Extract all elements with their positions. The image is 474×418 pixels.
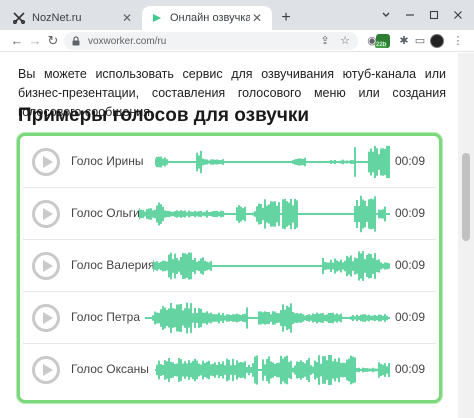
voice-row: Голос Петра 00:09 [23,292,436,344]
menu-dots-icon[interactable]: ⋮ [450,33,466,49]
voxworker-icon [150,11,164,25]
extension-badge-count: 22b [375,42,388,48]
voice-row: Голос Ольги 00:09 [23,188,436,240]
puzzle-icon[interactable]: ✱ [396,33,412,49]
scrollbar-thumb[interactable] [462,153,470,241]
new-tab-button[interactable]: + [278,10,294,26]
play-button-icon[interactable] [32,356,60,384]
voice-name: Голос Петра [71,310,140,324]
tab-search-icon[interactable] [374,6,398,24]
tab-strip: NozNet.ru ✕ Онлайн озвучка текста, синте… [0,0,474,30]
voice-name: Голос Валерия [71,258,155,272]
reload-icon[interactable]: ↻ [44,32,62,50]
sidebar-icon[interactable]: ▭ [412,33,428,49]
tab-voxworker[interactable]: Онлайн озвучка текста, синтезатор ✕ [142,6,272,30]
extension-badge-icon[interactable]: 22b [375,34,390,48]
play-button-icon[interactable] [32,304,60,332]
minimize-icon[interactable] [398,6,422,24]
voice-row: Голос Ирины 00:09 [23,136,436,188]
tab-title: NozNet.ru [32,12,82,24]
waveform[interactable] [139,192,391,236]
waveform[interactable] [155,348,391,392]
voice-duration: 00:09 [395,206,426,220]
voice-duration: 00:09 [395,310,426,324]
close-tab-icon[interactable]: ✕ [120,11,134,25]
page-scrollbar[interactable] [458,53,474,418]
play-button-icon[interactable] [32,200,60,228]
voice-name: Голос Оксаны [71,362,149,376]
voice-row: Голос Оксаны 00:09 [23,344,436,396]
waveform[interactable] [145,296,391,340]
voice-row: Голос Валерия 00:09 [23,240,436,292]
voice-name: Голос Ирины [71,154,144,168]
maximize-icon[interactable] [422,6,446,24]
scissors-icon [12,11,26,25]
voice-duration: 00:09 [395,258,426,272]
play-button-icon[interactable] [32,252,60,280]
forward-icon[interactable]: → [26,32,44,50]
tab-noznet[interactable]: NozNet.ru ✕ [4,6,142,30]
section-heading: Примеры голосов для озвучки [18,105,310,126]
back-icon[interactable]: ← [8,32,26,50]
close-window-icon[interactable] [446,6,470,24]
waveform[interactable] [155,140,391,184]
voice-duration: 00:09 [395,154,426,168]
avatar[interactable] [430,34,444,48]
bookmark-star-icon[interactable]: ☆ [338,34,352,48]
voice-duration: 00:09 [395,362,426,376]
play-button-icon[interactable] [32,148,60,176]
voice-name: Голос Ольги [71,206,140,220]
url-text: voxworker.com/ru [88,35,167,47]
close-tab-icon[interactable]: ✕ [250,11,264,25]
browser-toolbar: ← → ↻ voxworker.com/ru ⇪ ☆ ◉ 22b ✱ ▭ ⋮ [0,30,474,52]
page-content: Вы можете использовать сервис для озвучи… [0,53,458,418]
address-bar[interactable]: voxworker.com/ru ⇪ ☆ [64,32,358,50]
tab-title: Онлайн озвучка текста, синтезатор [170,12,250,24]
voice-samples-panel: Голос Ирины 00:09 Голос Ольги 00:09 Голо… [17,133,442,403]
waveform[interactable] [153,244,391,288]
lock-icon [72,36,80,46]
share-icon[interactable]: ⇪ [318,34,332,48]
